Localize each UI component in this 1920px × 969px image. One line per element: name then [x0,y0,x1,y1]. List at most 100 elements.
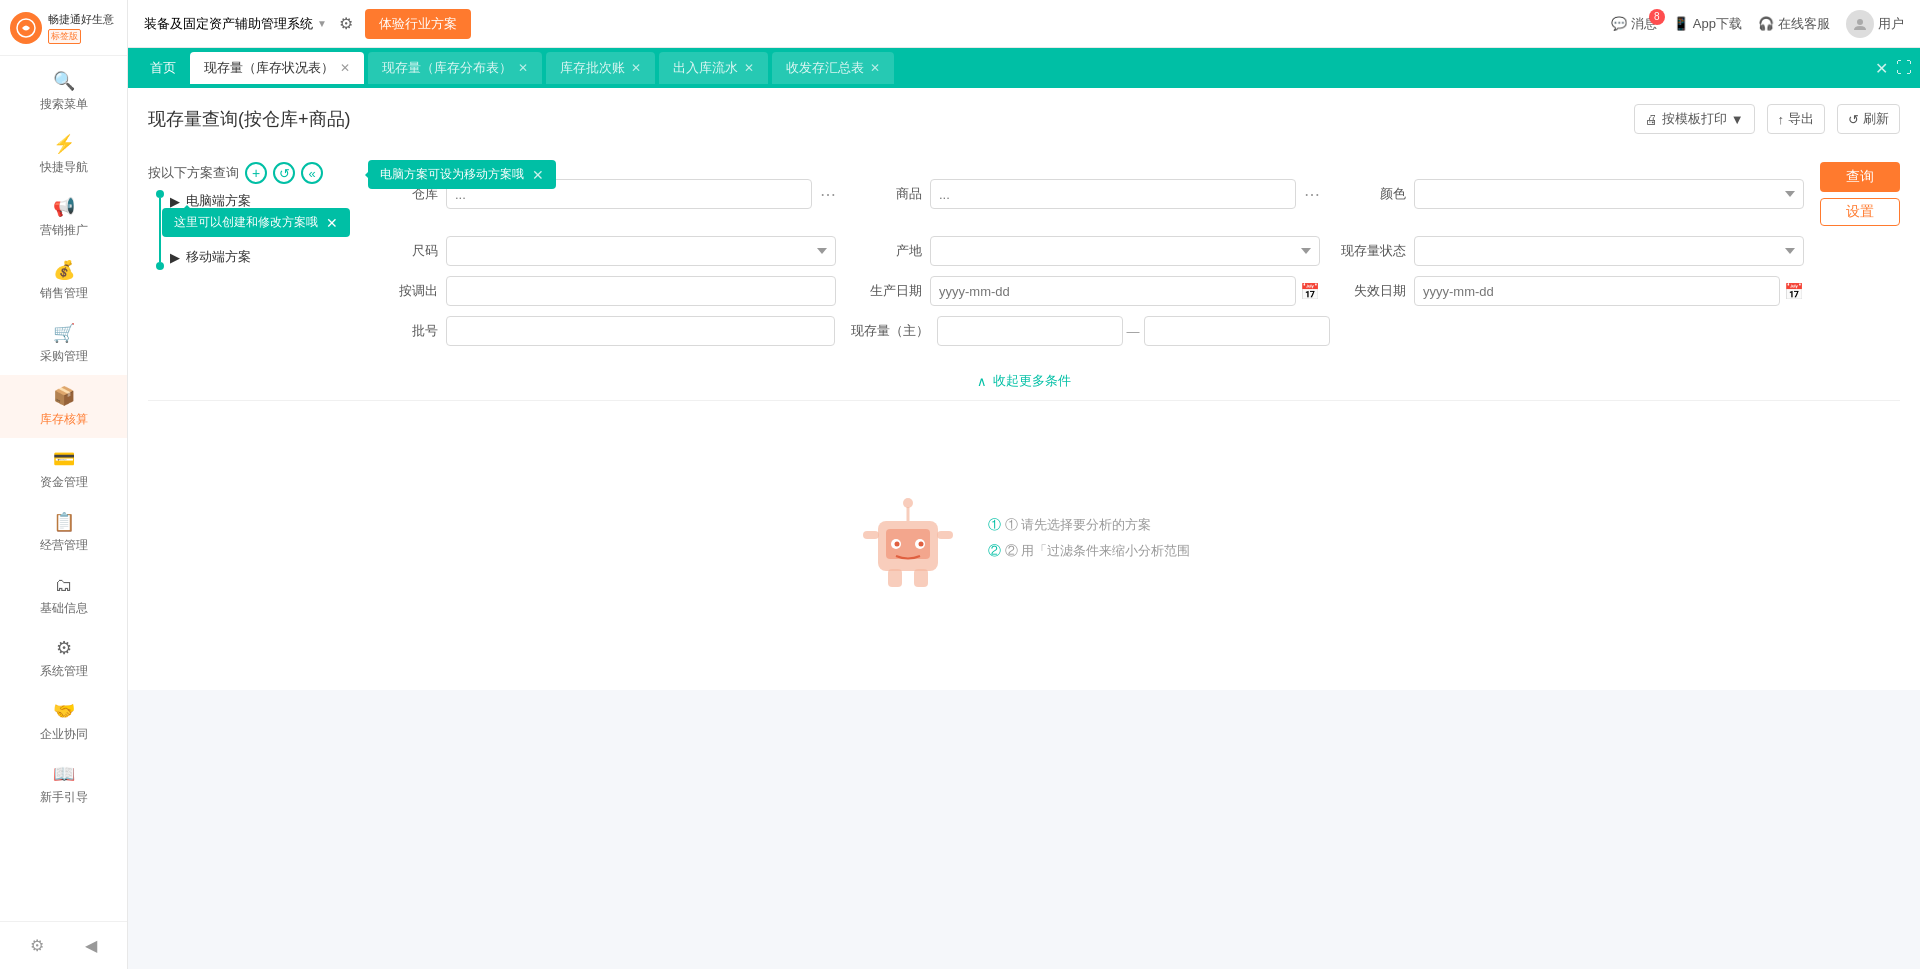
print-icon: 🖨 [1645,112,1658,127]
sidebar-item-sales[interactable]: 💰 销售管理 [0,249,127,312]
tab-close-5[interactable]: ✕ [870,62,880,74]
system-icon: ⚙ [53,637,75,659]
production-date-filter: 生产日期 📅 [852,276,1320,306]
sidebar-item-system[interactable]: ⚙ 系统管理 [0,627,127,690]
expiry-date-label: 失效日期 [1336,282,1406,300]
back-scheme-button[interactable]: « [301,162,323,184]
svg-point-1 [1857,19,1863,25]
size-filter: 尺码 [368,236,836,266]
system-dropdown-arrow: ▼ [317,18,327,29]
tab-flow[interactable]: 出入库流水 ✕ [659,52,768,84]
user-area[interactable]: 用户 [1846,10,1904,38]
filter-action-col: 查询 设置 [1820,162,1900,226]
page-title: 现存量查询(按仓库+商品) [148,107,351,131]
stock-main-filter: 现存量（主） — [851,316,1322,346]
stock-main-from[interactable] [937,316,1123,346]
production-date-calendar-icon[interactable]: 📅 [1300,282,1320,301]
sidebar-item-basic[interactable]: 🗂 基础信息 [0,564,127,627]
sidebar-item-marketing[interactable]: 📢 营销推广 [0,186,127,249]
tab-inventory-status[interactable]: 现存量（库存状况表） ✕ [190,52,364,84]
phone-icon: 📱 [1673,16,1689,31]
sidebar-item-purchase[interactable]: 🛒 采购管理 [0,312,127,375]
guide-icon: 📖 [53,763,75,785]
svg-rect-8 [863,531,879,539]
tooltip-main-close[interactable]: ✕ [532,167,544,183]
sidebar-item-search[interactable]: 🔍 搜索菜单 [0,60,127,123]
batch-input[interactable] [446,276,836,306]
goods-more-icon[interactable]: ⋯ [1304,185,1320,204]
tab-close-2[interactable]: ✕ [518,62,528,74]
stock-main-to[interactable] [1144,316,1330,346]
stock-status-filter: 现存量状态 [1336,236,1804,266]
svg-rect-11 [914,569,928,587]
sidebar-item-guide[interactable]: 📖 新手引导 [0,753,127,816]
tooltip-scheme-close[interactable]: ✕ [326,215,338,231]
filter-label: 按以下方案查询 [148,164,239,182]
size-select[interactable] [446,236,836,266]
empty-hints: ① 请先选择要分析的方案 ② 用「过滤条件来缩小分析范围 [988,512,1190,564]
production-date-wrap: 📅 [930,276,1320,306]
empty-hint-2: ② 用「过滤条件来缩小分析范围 [988,538,1190,564]
expiry-date-input[interactable] [1414,276,1780,306]
tab-batch[interactable]: 库存批次账 ✕ [546,52,655,84]
page-header: 现存量查询(按仓库+商品) 🖨 按模板打印 ▼ ↑ 导出 ↺ 刷新 [148,104,1900,134]
stock-main-range: — [937,316,1330,346]
batch-filter: 按调出 [368,276,836,306]
color-select[interactable] [1414,179,1804,209]
sidebar-item-finance[interactable]: 💳 资金管理 [0,438,127,501]
batchno-input[interactable] [446,316,835,346]
tab-inventory-dist[interactable]: 现存量（库存分布表） ✕ [368,52,542,84]
settings-footer-icon[interactable]: ⚙ [30,936,44,955]
stock-main-label: 现存量（主） [851,322,929,340]
refresh-button[interactable]: ↺ 刷新 [1837,104,1900,134]
experience-button[interactable]: 体验行业方案 [365,9,471,39]
goods-input[interactable] [930,179,1296,209]
pc-scheme-arrow: ▶ [170,194,180,209]
tab-fullscreen-icon[interactable]: ⛶ [1896,59,1912,77]
stock-status-select[interactable] [1414,236,1804,266]
origin-select[interactable] [930,236,1320,266]
topbar: 装备及固定资产辅助管理系统 ▼ ⚙ 体验行业方案 💬 消息 8 📱 App下载 … [128,0,1920,48]
tab-close-1[interactable]: ✕ [340,62,350,74]
export-button[interactable]: ↑ 导出 [1767,104,1826,134]
notification-icon: 💬 [1611,16,1627,31]
sidebar-item-inventory[interactable]: 📦 库存核算 [0,375,127,438]
logo-area: 畅捷通好生意 标签版 [0,0,127,56]
system-selector[interactable]: 装备及固定资产辅助管理系统 ▼ [144,15,327,33]
app-download-area[interactable]: 📱 App下载 [1673,15,1742,33]
mobile-scheme-arrow: ▶ [170,250,180,265]
tab-home[interactable]: 首页 [136,59,190,77]
sales-icon: 💰 [53,259,75,281]
collapse-icon[interactable]: ◀ [85,936,97,955]
svg-point-13 [903,498,913,508]
search-button[interactable]: 查询 [1820,162,1900,192]
color-label: 颜色 [1336,185,1406,203]
settings-icon[interactable]: ⚙ [339,14,353,33]
sidebar-item-management[interactable]: 📋 经营管理 [0,501,127,564]
empty-illustration [858,481,958,594]
online-support-area[interactable]: 🎧 在线客服 [1758,15,1830,33]
production-date-input[interactable] [930,276,1296,306]
reset-button[interactable]: 设置 [1820,198,1900,226]
sidebar-item-quicknav[interactable]: ⚡ 快捷导航 [0,123,127,186]
notification-area[interactable]: 💬 消息 8 [1611,15,1657,33]
expiry-date-calendar-icon[interactable]: 📅 [1784,282,1804,301]
logo-icon [10,12,42,44]
print-button[interactable]: 🖨 按模板打印 ▼ [1634,104,1755,134]
collapse-filter-button[interactable]: ∧ 收起更多条件 [148,362,1900,400]
tab-close-3[interactable]: ✕ [631,62,641,74]
sidebar-menu: 🔍 搜索菜单 ⚡ 快捷导航 📢 营销推广 💰 销售管理 🛒 采购管理 📦 库存核… [0,56,127,921]
page-actions: 🖨 按模板打印 ▼ ↑ 导出 ↺ 刷新 [1634,104,1900,134]
tab-summary[interactable]: 收发存汇总表 ✕ [772,52,894,84]
sidebar-item-collab[interactable]: 🤝 企业协同 [0,690,127,753]
collab-icon: 🤝 [53,700,75,722]
refresh-scheme-button[interactable]: ↺ [273,162,295,184]
tab-close-all-icon[interactable]: ✕ [1875,59,1888,78]
svg-point-6 [894,542,899,547]
origin-filter: 产地 [852,236,1320,266]
mobile-scheme-item[interactable]: ▶ 移动端方案 [170,244,251,270]
origin-label: 产地 [852,242,922,260]
warehouse-more-icon[interactable]: ⋯ [820,185,836,204]
tab-close-4[interactable]: ✕ [744,62,754,74]
add-scheme-button[interactable]: + [245,162,267,184]
